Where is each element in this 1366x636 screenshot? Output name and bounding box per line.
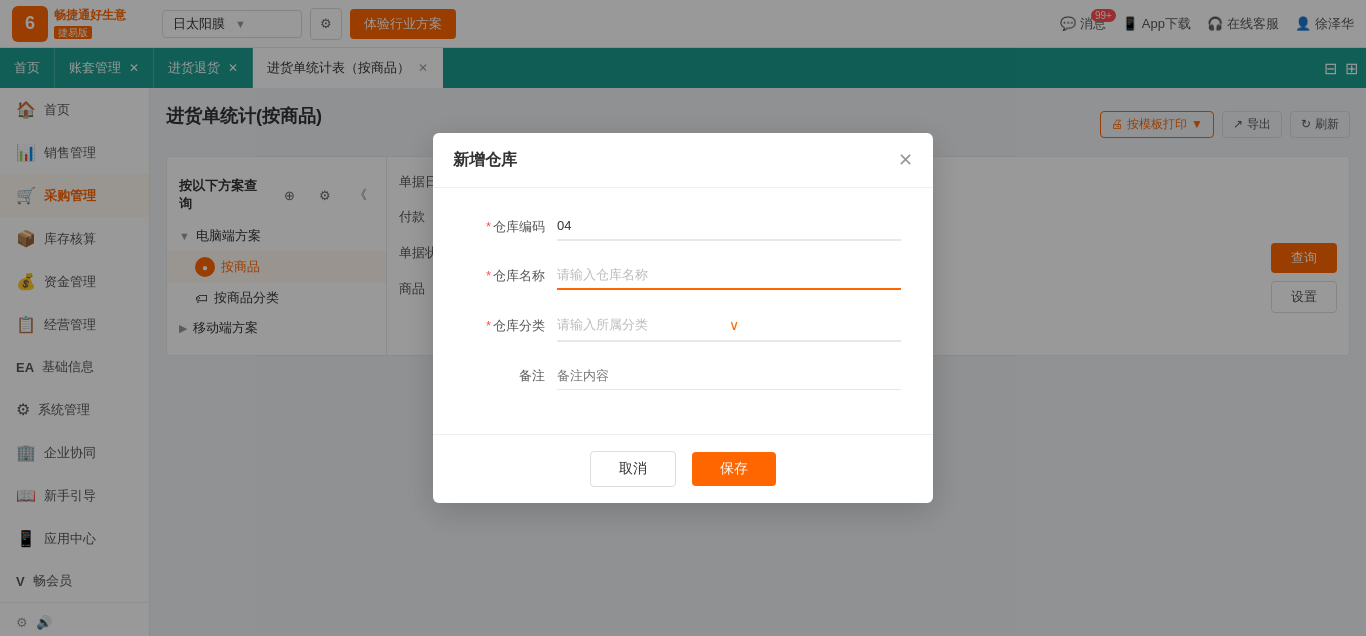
category-dropdown-arrow: ∨ (729, 317, 901, 333)
code-label: 仓库编码 (465, 218, 545, 236)
category-select[interactable]: 请输入所属分类 ∨ (557, 310, 901, 342)
category-label: 仓库分类 (465, 317, 545, 335)
modal-footer: 取消 保存 (433, 434, 933, 503)
name-form-row: 仓库名称 (465, 261, 901, 290)
modal-title: 新增仓库 (453, 150, 517, 171)
code-input[interactable] (557, 212, 901, 241)
modal-header: 新增仓库 ✕ (433, 133, 933, 188)
modal-close-button[interactable]: ✕ (898, 149, 913, 171)
code-form-row: 仓库编码 (465, 212, 901, 241)
name-input[interactable] (557, 261, 901, 290)
category-form-row: 仓库分类 请输入所属分类 ∨ (465, 310, 901, 342)
note-label: 备注 (465, 367, 545, 385)
note-input[interactable] (557, 362, 901, 390)
name-label: 仓库名称 (465, 267, 545, 285)
add-warehouse-modal: 新增仓库 ✕ 仓库编码 仓库名称 仓库分类 请输入所属分类 ∨ (433, 133, 933, 503)
modal-overlay[interactable]: 新增仓库 ✕ 仓库编码 仓库名称 仓库分类 请输入所属分类 ∨ (0, 0, 1366, 636)
save-button[interactable]: 保存 (692, 452, 776, 486)
modal-body: 仓库编码 仓库名称 仓库分类 请输入所属分类 ∨ 备注 (433, 188, 933, 434)
cancel-button[interactable]: 取消 (590, 451, 676, 487)
note-form-row: 备注 (465, 362, 901, 390)
